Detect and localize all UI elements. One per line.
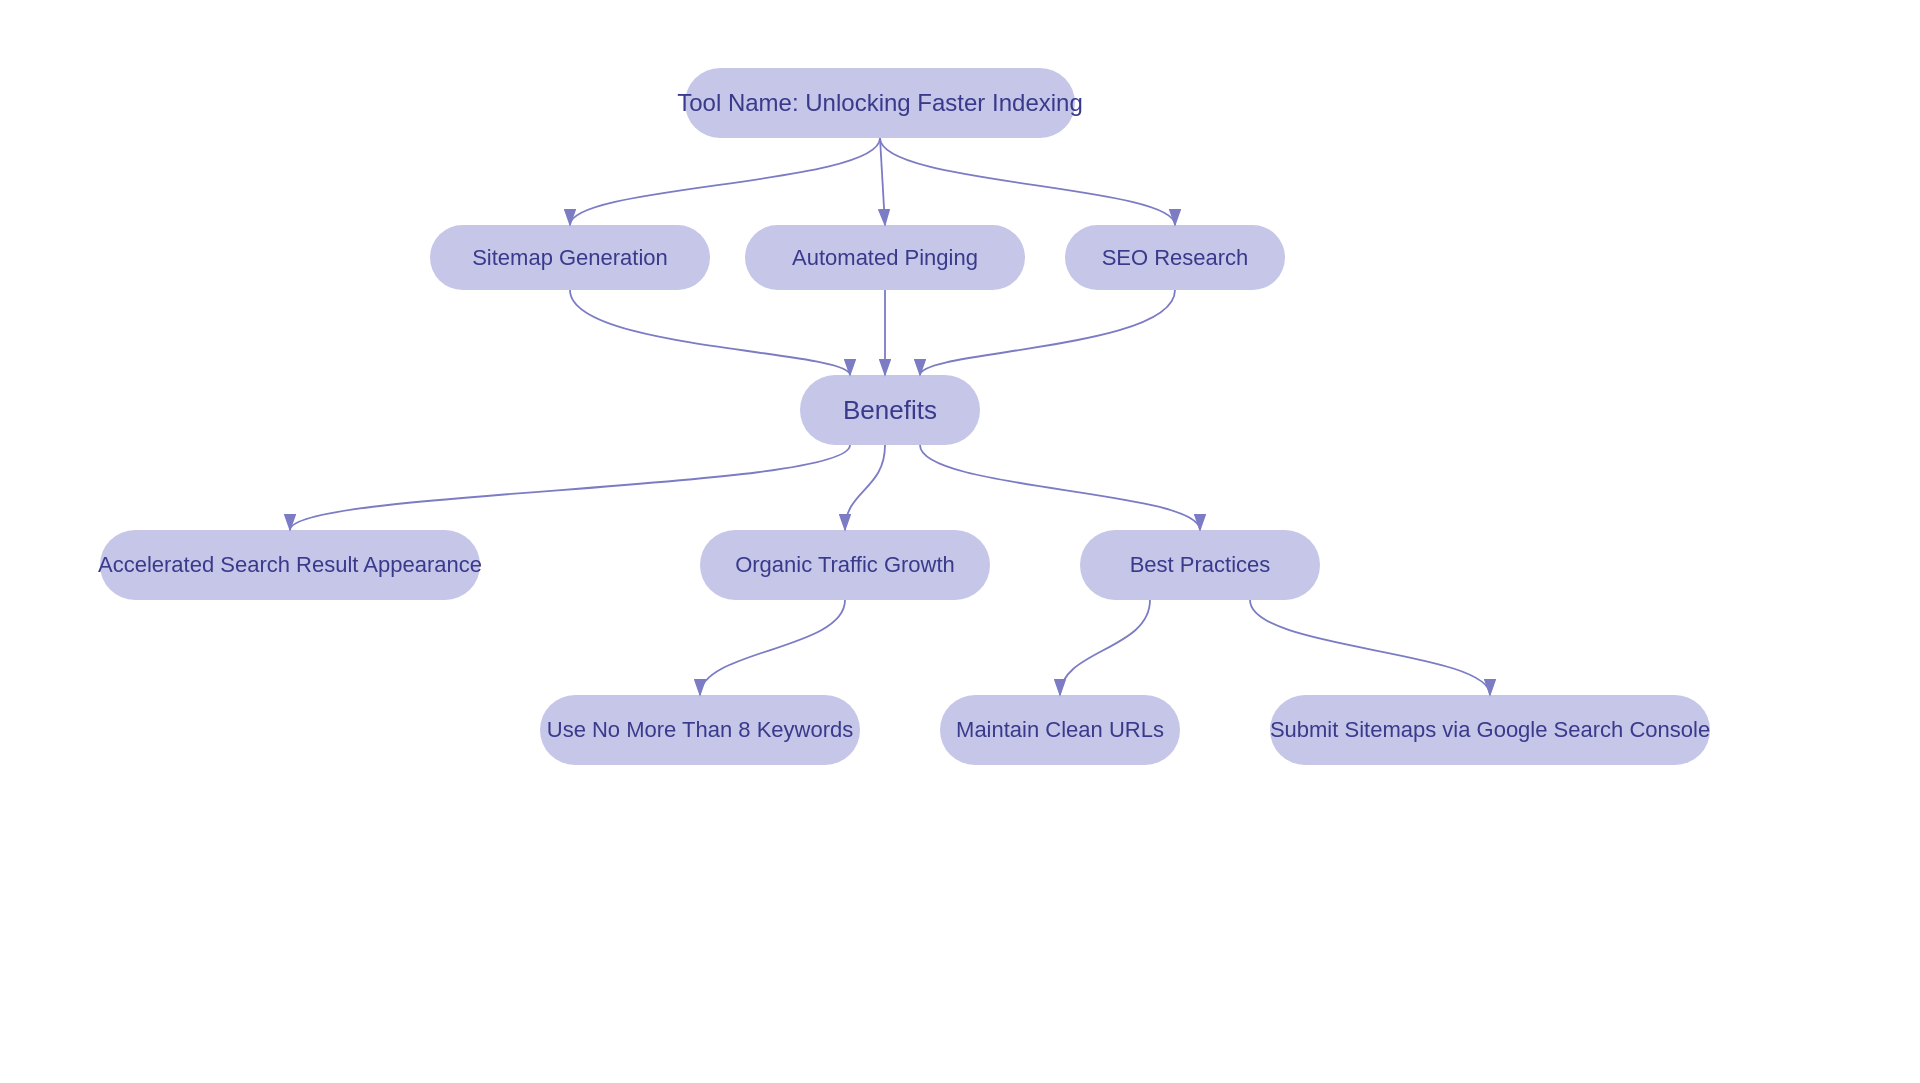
node-benefits: Benefits: [800, 375, 980, 445]
node-seo: SEO Research: [1065, 225, 1285, 290]
node-accelerated: Accelerated Search Result Appearance: [100, 530, 480, 600]
node-automated: Automated Pinging: [745, 225, 1025, 290]
node-sitemap: Sitemap Generation: [430, 225, 710, 290]
node-organic: Organic Traffic Growth: [700, 530, 990, 600]
diagram-container: Tool Name: Unlocking Faster Indexing Sit…: [0, 0, 1920, 1083]
node-root: Tool Name: Unlocking Faster Indexing: [685, 68, 1075, 138]
node-bestpractices: Best Practices: [1080, 530, 1320, 600]
node-submitsitemaps: Submit Sitemaps via Google Search Consol…: [1270, 695, 1710, 765]
node-keywords: Use No More Than 8 Keywords: [540, 695, 860, 765]
node-cleanurls: Maintain Clean URLs: [940, 695, 1180, 765]
